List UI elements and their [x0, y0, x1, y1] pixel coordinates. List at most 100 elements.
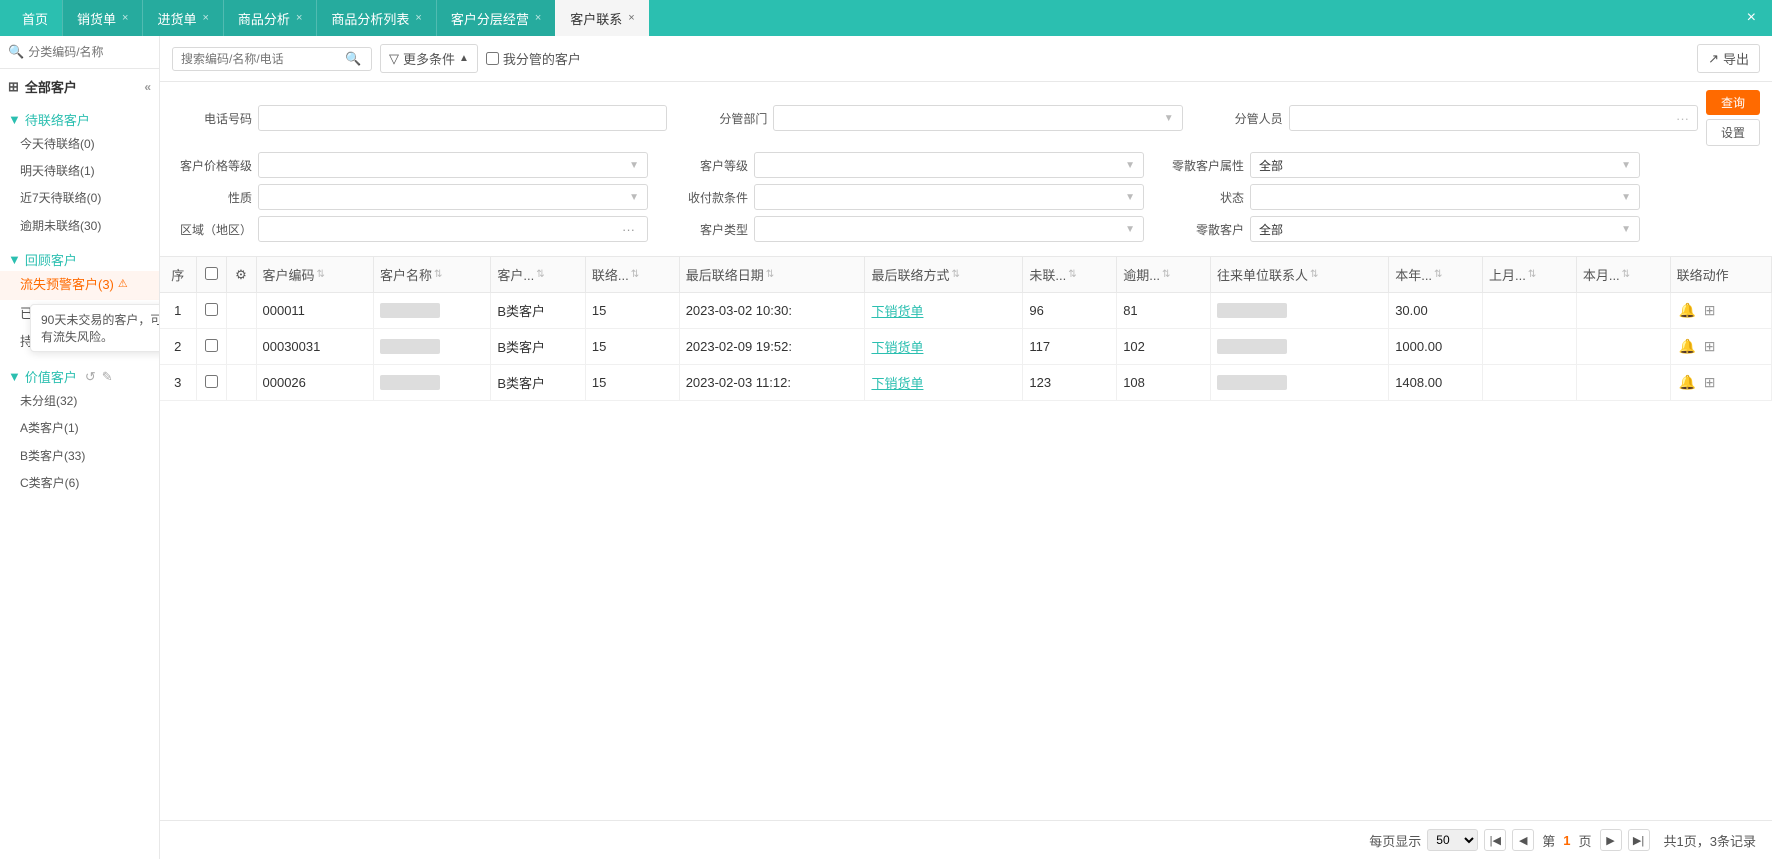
- nav-tab-analysis-list-label: 商品分析列表: [331, 9, 409, 28]
- sidebar-item-churn-warning[interactable]: 流失预警客户(3) ⚠: [0, 271, 159, 300]
- person-label: 分管人员: [1203, 110, 1283, 127]
- row-checkbox[interactable]: [205, 303, 218, 316]
- export-button[interactable]: ↗ 导出: [1697, 44, 1760, 73]
- more-icon[interactable]: ⊞: [1704, 338, 1716, 354]
- nature-select[interactable]: ▼: [258, 184, 648, 210]
- nav-tab-customer-tier[interactable]: 客户分层经营 ×: [436, 0, 555, 36]
- edit-icon[interactable]: ✎: [102, 369, 113, 385]
- nav-tab-customer-tier-close[interactable]: ×: [535, 12, 541, 24]
- region-select[interactable]: ···: [258, 216, 648, 242]
- prev-page-btn[interactable]: ◀: [1512, 829, 1534, 851]
- more-icon[interactable]: ⊞: [1704, 302, 1716, 318]
- sidebar-collapse-icon[interactable]: «: [144, 80, 151, 94]
- cell-overdue: 81: [1117, 293, 1211, 329]
- last-page-btn[interactable]: ▶|: [1628, 829, 1650, 851]
- cell-check: [196, 365, 226, 401]
- sidebar-item-tomorrow[interactable]: 明天待联络(1): [0, 158, 159, 185]
- status-select[interactable]: ▼: [1250, 184, 1640, 210]
- cell-contact: 15: [585, 293, 679, 329]
- last-way-link[interactable]: 下销货单: [871, 304, 923, 319]
- sidebar-item-b-class[interactable]: B类客户(33): [0, 443, 159, 470]
- search-icon[interactable]: 🔍: [345, 51, 361, 67]
- cell-action: 🔔 ⊞: [1670, 365, 1771, 401]
- next-page-btn[interactable]: ▶: [1600, 829, 1622, 851]
- filter-field-customer-type: 客户类型 ▼: [668, 216, 1144, 242]
- sidebar-all-customers[interactable]: ⊞ 全部客户 «: [0, 69, 159, 104]
- table-row: 3 000026 ██ B类客户 15 2023-02-03 11:12: 下销…: [160, 365, 1772, 401]
- contact-icon[interactable]: 🔔: [1679, 302, 1696, 318]
- nav-tab-sales-close[interactable]: ×: [122, 12, 128, 24]
- last-way-link[interactable]: 下销货单: [871, 340, 923, 355]
- refresh-icon[interactable]: ↺: [85, 369, 96, 385]
- query-button[interactable]: 查询: [1706, 90, 1760, 115]
- sidebar-item-week[interactable]: 近7天待联络(0): [0, 185, 159, 212]
- dept-select[interactable]: ▼: [773, 105, 1182, 131]
- page-size-select[interactable]: 50 100: [1427, 829, 1478, 851]
- nature-label: 性质: [172, 189, 252, 206]
- cell-last-month: [1483, 293, 1577, 329]
- sidebar-item-a-class[interactable]: A类客户(1): [0, 415, 159, 442]
- cell-settings: [226, 365, 256, 401]
- cell-name: ██: [373, 329, 490, 365]
- sidebar-group-pending[interactable]: ▼ 待联络客户: [0, 104, 159, 131]
- nav-tab-analysis-close[interactable]: ×: [296, 12, 302, 24]
- nav-tab-analysis-list-close[interactable]: ×: [415, 12, 421, 24]
- nav-tab-analysis-list[interactable]: 商品分析列表 ×: [316, 0, 435, 36]
- nav-tab-customer-contact[interactable]: 客户联系 ×: [555, 0, 648, 36]
- sidebar-item-today[interactable]: 今天待联络(0): [0, 131, 159, 158]
- phone-input[interactable]: [258, 105, 667, 131]
- filter-button[interactable]: ▽ 更多条件 ▲: [380, 44, 478, 73]
- first-page-btn[interactable]: |◀: [1484, 829, 1506, 851]
- nav-tab-analysis[interactable]: 商品分析 ×: [223, 0, 316, 36]
- sidebar-group-value-label: 价值客户: [25, 367, 77, 386]
- zero-customer-select[interactable]: 全部 ▼: [1250, 216, 1640, 242]
- level-select[interactable]: ▼: [754, 152, 1144, 178]
- zero-attr-select[interactable]: 全部 ▼: [1250, 152, 1640, 178]
- cell-action: 🔔 ⊞: [1670, 329, 1771, 365]
- sidebar-group-value[interactable]: ▼ 价值客户 ↺ ✎: [0, 361, 159, 388]
- settings-button[interactable]: 设置: [1706, 119, 1760, 146]
- window-close-button[interactable]: ×: [1739, 9, 1764, 27]
- dots-icon[interactable]: ···: [1676, 111, 1689, 126]
- person-select[interactable]: ···: [1289, 105, 1698, 131]
- cell-num: 1: [160, 293, 196, 329]
- select-all-checkbox[interactable]: [205, 267, 218, 280]
- cell-last-date: 2023-02-09 19:52:: [679, 329, 865, 365]
- sidebar-group-pending-label: 待联络客户: [25, 110, 90, 129]
- contact-icon[interactable]: 🔔: [1679, 374, 1696, 390]
- chevron-down-icon6: ▼: [1125, 160, 1135, 171]
- row-checkbox[interactable]: [205, 339, 218, 352]
- th-unit-contact: 往来单位联系人 ⇅: [1211, 257, 1389, 293]
- row-checkbox[interactable]: [205, 375, 218, 388]
- th-unlisted: 未联... ⇅: [1023, 257, 1117, 293]
- column-settings-icon[interactable]: ⚙: [235, 267, 247, 282]
- chevron-down-icon10: ▼: [1621, 192, 1631, 203]
- nav-tab-customer-contact-close[interactable]: ×: [628, 12, 634, 24]
- nav-tab-sales[interactable]: 销货单 ×: [62, 0, 142, 36]
- payment-select[interactable]: ▼: [754, 184, 1144, 210]
- region-dots[interactable]: ···: [618, 222, 639, 237]
- nav-tab-purchase[interactable]: 进货单 ×: [142, 0, 222, 36]
- my-customers-checkbox[interactable]: [486, 52, 499, 65]
- chevron-down-icon4: ▼: [1164, 113, 1174, 124]
- customer-type-select[interactable]: ▼: [754, 216, 1144, 242]
- more-icon[interactable]: ⊞: [1704, 374, 1716, 390]
- chevron-down-icon3: ▼: [8, 369, 21, 384]
- cell-overdue: 108: [1117, 365, 1211, 401]
- sidebar-item-c-class[interactable]: C类客户(6): [0, 470, 159, 497]
- sidebar-item-ungroup[interactable]: 未分组(32): [0, 388, 159, 415]
- price-grade-label: 客户价格等级: [172, 157, 252, 174]
- nav-home[interactable]: 首页: [8, 0, 62, 36]
- price-grade-select[interactable]: ▼: [258, 152, 648, 178]
- my-customers-wrap: 我分管的客户: [486, 49, 581, 68]
- sidebar-group-review[interactable]: ▼ 回顾客户: [0, 244, 159, 271]
- sidebar-item-overdue[interactable]: 逾期未联络(30): [0, 213, 159, 240]
- nav-tab-purchase-close[interactable]: ×: [202, 12, 208, 24]
- last-way-link[interactable]: 下销货单: [871, 376, 923, 391]
- search-input[interactable]: [181, 52, 341, 66]
- page-label2: 页: [1579, 831, 1592, 850]
- sidebar-search-input[interactable]: [28, 45, 151, 59]
- contact-icon[interactable]: 🔔: [1679, 338, 1696, 354]
- filter-field-status: 状态 ▼: [1164, 184, 1640, 210]
- cell-unit-contact: ███ 107...: [1211, 293, 1389, 329]
